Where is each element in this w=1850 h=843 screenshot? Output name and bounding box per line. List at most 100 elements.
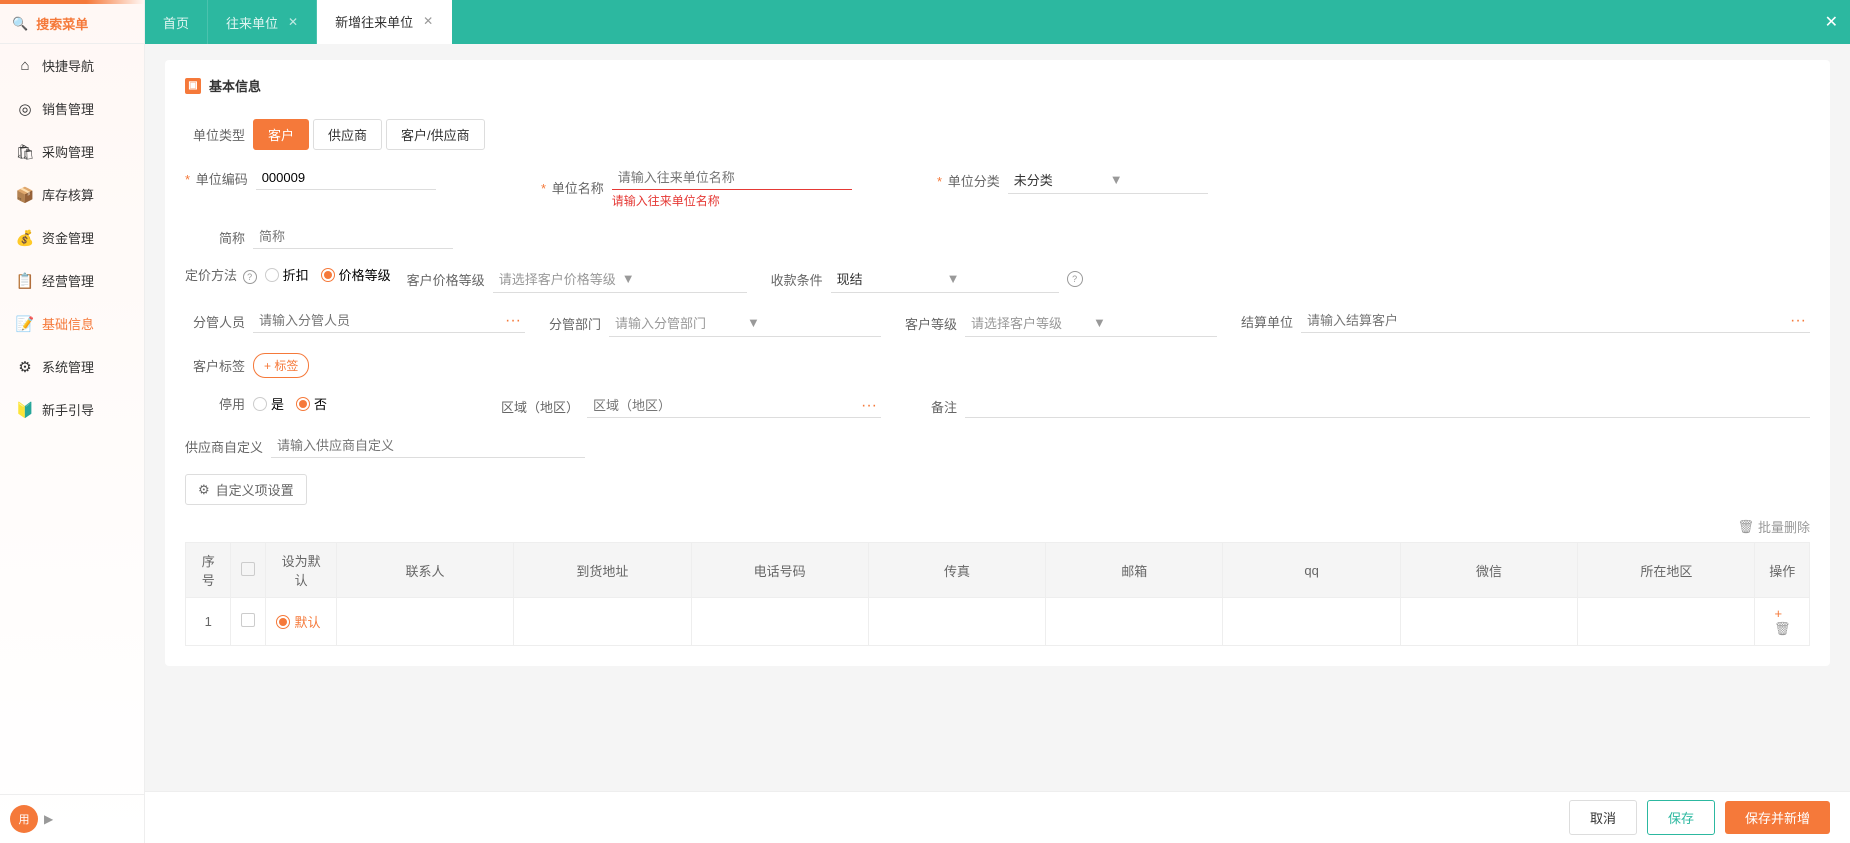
- remark-input[interactable]: [965, 394, 1810, 418]
- region-input-cell[interactable]: [1588, 614, 1744, 629]
- unit-code-input[interactable]: [256, 166, 436, 190]
- region-dots-button[interactable]: ···: [857, 397, 881, 415]
- section-title: ▣ 基本信息: [185, 76, 1810, 103]
- disable-radio-no[interactable]: 否: [296, 394, 327, 413]
- payment-select[interactable]: 现结 ▼: [831, 265, 1059, 293]
- cell-phone[interactable]: [691, 598, 868, 646]
- search-icon: 🔍: [12, 16, 28, 32]
- contact-input[interactable]: [347, 614, 503, 629]
- cell-qq[interactable]: [1223, 598, 1400, 646]
- sidebar: 🔍 搜索菜单 ⌂快捷导航◎销售管理🛍采购管理📦库存核算💰资金管理 📋 经营管理 📝基础…: [0, 0, 145, 843]
- delete-row-button[interactable]: 🗑: [1774, 621, 1791, 636]
- basic-info-card: ▣ 基本信息 单位类型 客户供应商客户/供应商 * 单位编码: [165, 60, 1830, 666]
- table-column-header: 操作: [1755, 543, 1810, 598]
- unit-type-supplier-button[interactable]: 供应商: [313, 119, 382, 150]
- add-tag-button[interactable]: + 标签: [253, 353, 309, 378]
- sidebar-item-system[interactable]: ⚙系统管理: [0, 345, 144, 388]
- row-checkbox-input[interactable]: [241, 613, 255, 627]
- alias-input[interactable]: [253, 225, 453, 249]
- sidebar-item-operations[interactable]: 📋 经营管理: [0, 259, 144, 302]
- tab-close-icon[interactable]: ✕: [423, 15, 433, 27]
- supplier-custom-input[interactable]: [271, 434, 585, 458]
- manager-dots-button[interactable]: ···: [501, 312, 525, 330]
- batch-delete-label[interactable]: 批量删除: [1758, 517, 1810, 536]
- unit-name-input[interactable]: [612, 166, 852, 190]
- price-level-select[interactable]: 请选择客户价格等级 ▼: [493, 265, 747, 293]
- region-input[interactable]: [587, 394, 857, 417]
- default-radio-cell[interactable]: 默认: [276, 612, 325, 631]
- cell-fax[interactable]: [868, 598, 1045, 646]
- alias-label: 简称: [185, 228, 245, 247]
- sidebar-search-label: 搜索菜单: [36, 14, 88, 33]
- manager-group: 分管人员 ···: [185, 309, 525, 333]
- alias-row: 简称: [185, 225, 1810, 249]
- sidebar-item-label: 资金管理: [42, 228, 94, 247]
- sidebar-item-guide[interactable]: 🔰新手引导: [0, 388, 144, 431]
- email-input[interactable]: [1056, 614, 1212, 629]
- tab-new-partner[interactable]: 新增往来单位✕: [317, 0, 452, 44]
- qq-input[interactable]: [1233, 614, 1389, 629]
- manager-input-wrapper: ···: [253, 309, 525, 333]
- custom-settings-button[interactable]: ⚙ 自定义项设置: [185, 474, 307, 505]
- section-title-text: 基本信息: [209, 76, 261, 95]
- phone-input[interactable]: [702, 614, 858, 629]
- sidebar-search[interactable]: 🔍 搜索菜单: [0, 4, 144, 44]
- dept-select[interactable]: 请输入分管部门 ▼: [609, 309, 881, 337]
- operations-icon: 📋: [16, 272, 34, 290]
- add-row-button[interactable]: +: [1774, 606, 1782, 621]
- table-select-all-header[interactable]: [231, 543, 266, 598]
- settlement-dots-button[interactable]: ···: [1786, 312, 1810, 330]
- cell-checkbox[interactable]: [231, 598, 266, 646]
- tab-home[interactable]: 首页: [145, 0, 208, 44]
- payment-help-icon[interactable]: ?: [1067, 271, 1083, 287]
- sidebar-item-label: 库存核算: [42, 185, 94, 204]
- cell-contact[interactable]: [336, 598, 513, 646]
- radio-label-price-level: 价格等级: [339, 265, 391, 284]
- sidebar-item-sales[interactable]: ◎销售管理: [0, 87, 144, 130]
- contacts-table: 序号设为默认联系人到货地址电话号码传真邮箱qq微信所在地区操作 1 默认 +: [185, 542, 1810, 646]
- unit-category-group: * 单位分类 未分类 ▼: [937, 166, 1810, 194]
- save-button[interactable]: 保存: [1647, 800, 1715, 835]
- pricing-radio-discount[interactable]: 折扣: [265, 265, 309, 284]
- settlement-group: 结算单位 ···: [1233, 309, 1810, 333]
- sidebar-item-label: 快捷导航: [42, 56, 94, 75]
- cell-wechat[interactable]: [1400, 598, 1577, 646]
- fax-input[interactable]: [879, 614, 1035, 629]
- settlement-input[interactable]: [1301, 309, 1786, 332]
- sidebar-item-label: 经营管理: [42, 271, 94, 290]
- manager-input[interactable]: [253, 309, 501, 332]
- unit-type-customer-button[interactable]: 客户: [253, 119, 309, 150]
- sidebar-item-finance[interactable]: 💰资金管理: [0, 216, 144, 259]
- payment-group: 收款条件 现结 ▼ ?: [763, 265, 1083, 293]
- cell-region[interactable]: [1578, 598, 1755, 646]
- disable-radio-label-no: 否: [314, 394, 327, 413]
- sidebar-item-basic[interactable]: 📝基础信息: [0, 302, 144, 345]
- cancel-button[interactable]: 取消: [1569, 800, 1637, 835]
- purchase-icon: 🛍: [16, 143, 34, 161]
- sidebar-bottom: 用 ▶: [0, 794, 144, 843]
- remark-group: 备注: [897, 394, 1810, 418]
- unit-code-label: * 单位编码: [185, 169, 248, 188]
- disable-radio-yes[interactable]: 是: [253, 394, 284, 413]
- save-new-button[interactable]: 保存并新增: [1725, 801, 1830, 834]
- tab-partners[interactable]: 往来单位✕: [208, 0, 317, 44]
- pricing-help-icon[interactable]: ?: [243, 270, 257, 284]
- cell-address[interactable]: [514, 598, 691, 646]
- disable-radio-group: 是 否: [253, 394, 327, 413]
- disable-region-row: 停用 是 否 区域（地区） ···: [185, 394, 1810, 418]
- address-input[interactable]: [524, 614, 680, 629]
- avatar: 用: [10, 805, 38, 833]
- pricing-radio-price-level[interactable]: 价格等级: [321, 265, 391, 284]
- unit-name-wrapper: 请输入往来单位名称: [612, 166, 921, 209]
- sidebar-item-inventory[interactable]: 📦库存核算: [0, 173, 144, 216]
- tab-close-icon[interactable]: ✕: [288, 16, 298, 28]
- sidebar-item-quick-nav[interactable]: ⌂快捷导航: [0, 44, 144, 87]
- code-name-row: * 单位编码 * 单位名称 请输入往来单位名称: [185, 166, 1810, 209]
- wechat-input[interactable]: [1411, 614, 1567, 629]
- close-all-tabs-button[interactable]: ✕: [1825, 12, 1838, 32]
- sidebar-item-purchase[interactable]: 🛍采购管理: [0, 130, 144, 173]
- unit-category-select[interactable]: 未分类 ▼: [1008, 166, 1208, 194]
- cell-email[interactable]: [1046, 598, 1223, 646]
- customer-level-select[interactable]: 请选择客户等级 ▼: [965, 309, 1217, 337]
- unit-type-both-button[interactable]: 客户/供应商: [386, 119, 485, 150]
